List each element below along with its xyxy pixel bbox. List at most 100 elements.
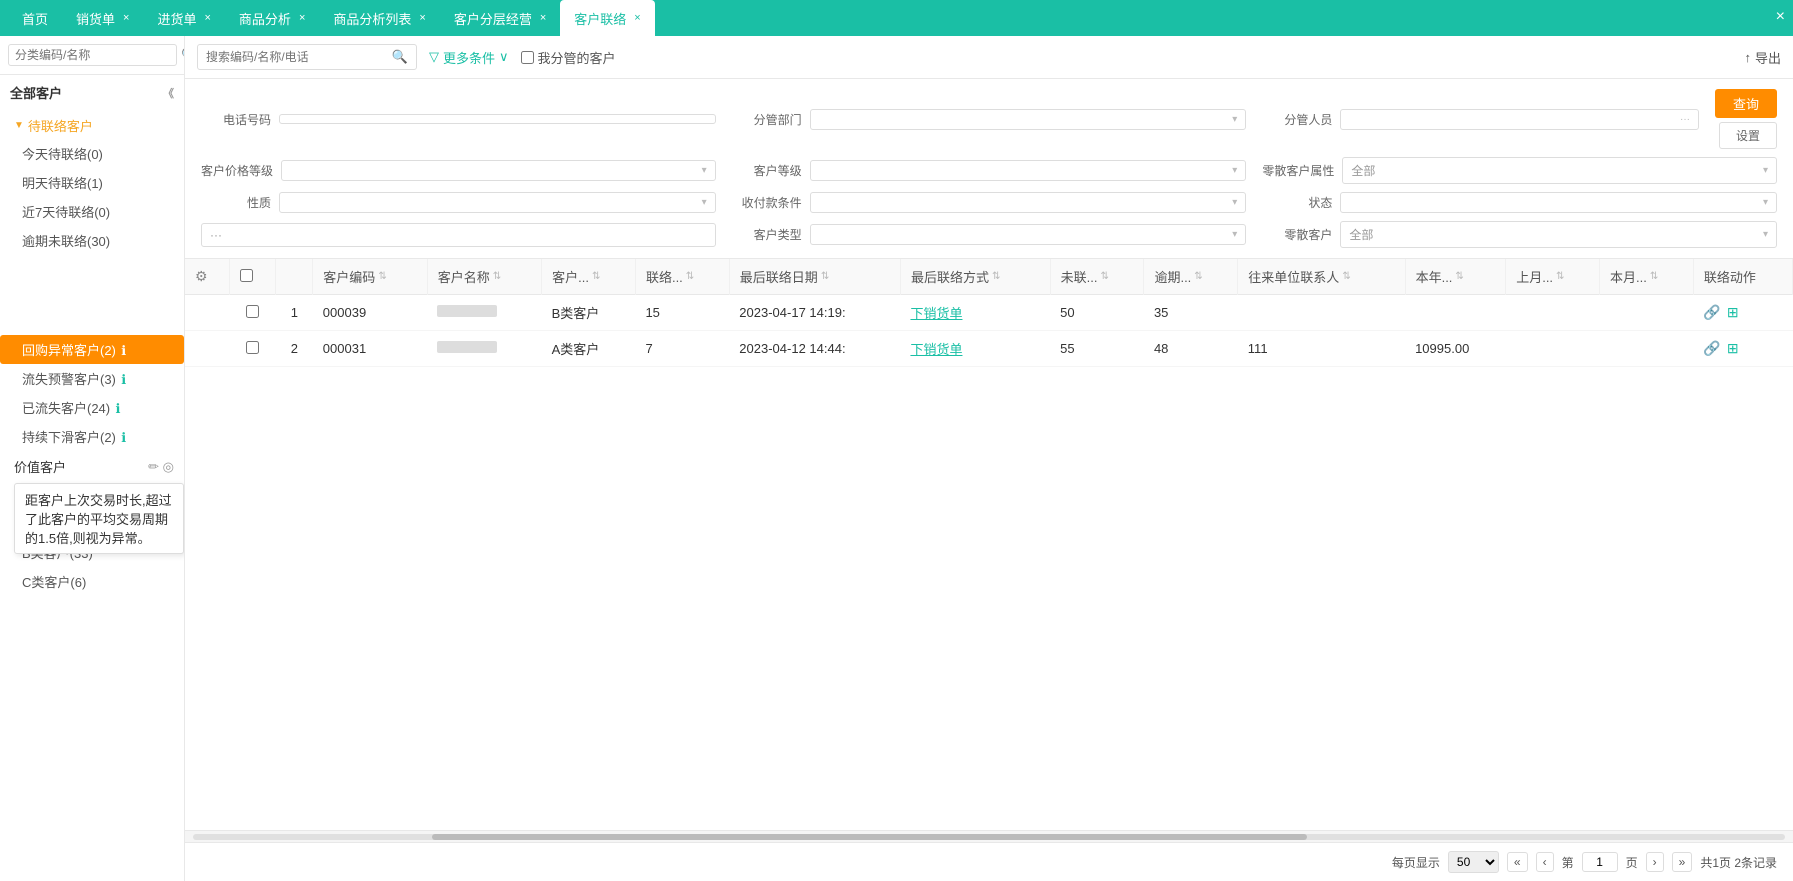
close-customer-mgmt-tab[interactable]: × (540, 12, 546, 24)
col-name[interactable]: 客户名称 ⇅ (427, 259, 541, 295)
col-settings[interactable]: ⚙ (185, 259, 230, 295)
nav-tab-sales[interactable]: 销货单 × (62, 0, 143, 36)
filter-row-phone: 电话号码 (201, 89, 716, 149)
scatter-attr-input[interactable]: 全部 ▾ (1342, 157, 1777, 184)
col-last-month[interactable]: 上月... ⇅ (1506, 259, 1600, 295)
my-customers-checkbox[interactable]: 我分管的客户 (521, 48, 616, 67)
col-code[interactable]: 客户编码 ⇅ (313, 259, 427, 295)
sidebar-item-churn-warning[interactable]: 流失预警客户(3) ℹ (0, 364, 184, 393)
nav-tab-customer-contact[interactable]: 客户联络 × (560, 0, 654, 36)
customer-type-input[interactable]: ▾ (810, 224, 1247, 245)
row2-unit-contact: 111 (1238, 331, 1405, 367)
export-button[interactable]: ↑ 导出 (1744, 48, 1781, 67)
row1-actions: 🔗 ⊞ (1693, 295, 1792, 331)
row2-last-month (1506, 331, 1600, 367)
sidebar-item-declining[interactable]: 持续下滑客户(2) ℹ (0, 422, 184, 451)
row2-name (427, 331, 541, 367)
filter-icon: ▽ (429, 49, 439, 65)
current-page-input[interactable] (1582, 852, 1618, 872)
nature-input[interactable]: ▾ (279, 192, 716, 213)
customer-grade-input[interactable]: ▾ (810, 160, 1247, 181)
window-close-button[interactable]: × (1776, 8, 1785, 26)
col-uncontacted[interactable]: 未联... ⇅ (1050, 259, 1144, 295)
top-nav: 首页 销货单 × 进货单 × 商品分析 × 商品分析列表 × 客户分层经营 × … (0, 0, 1793, 36)
nav-tab-purchase[interactable]: 进货单 × (143, 0, 224, 36)
table-header-row: ⚙ 客户编码 ⇅ (185, 259, 1793, 295)
status-input[interactable]: ▾ (1340, 192, 1777, 213)
table-area: ⚙ 客户编码 ⇅ (185, 259, 1793, 830)
settings-button[interactable]: 设置 (1719, 122, 1777, 149)
row1-last-date: 2023-04-17 14:19: (729, 295, 900, 331)
sidebar-item-7days[interactable]: 近7天待联络(0) (0, 197, 184, 226)
scroll-thumb[interactable] (432, 834, 1308, 840)
my-customers-check[interactable] (521, 51, 534, 64)
row2-grid-icon[interactable]: ⊞ (1727, 340, 1739, 357)
table-settings-icon[interactable]: ⚙ (195, 268, 208, 284)
page-unit: 页 (1626, 854, 1638, 871)
col-this-month[interactable]: 本月... ⇅ (1600, 259, 1694, 295)
nav-tab-home[interactable]: 首页 (8, 0, 62, 36)
sidebar-item-c-type[interactable]: C类客户(6) (0, 567, 184, 596)
row2-link-icon[interactable]: 🔗 (1703, 340, 1720, 357)
close-analysis-list-tab[interactable]: × (419, 12, 425, 24)
dept-label: 分管部门 (732, 111, 802, 128)
select-all-checkbox[interactable] (240, 269, 253, 282)
dept-input[interactable]: ▾ (810, 109, 1247, 130)
nav-tab-analysis[interactable]: 商品分析 × (225, 0, 319, 36)
row1-link-icon[interactable]: 🔗 (1703, 304, 1720, 321)
row1-check[interactable] (246, 305, 259, 318)
sidebar: 🔍 全部客户 《 待联络客户 今天待联络(0) 明天待联络(1) 近7天待联络(… (0, 36, 185, 881)
close-analysis-tab[interactable]: × (299, 12, 305, 24)
next-page-btn[interactable]: › (1646, 852, 1664, 872)
row1-grid-icon[interactable]: ⊞ (1727, 304, 1739, 321)
row2-uncontacted: 55 (1050, 331, 1144, 367)
col-contact[interactable]: 联络... ⇅ (635, 259, 729, 295)
price-grade-input[interactable]: ▾ (281, 160, 716, 181)
extra-input[interactable]: ··· (201, 223, 716, 247)
all-customers-label: 全部客户 (10, 83, 62, 102)
row2-check[interactable] (246, 341, 259, 354)
nav-tab-customer-mgmt[interactable]: 客户分层经营 × (440, 0, 560, 36)
total-records-label: 共1页 2条记录 (1700, 854, 1777, 871)
search-box[interactable]: 🔍 (197, 44, 417, 70)
filter-row-scatter-customer: 零散客户 全部 ▾ (1262, 221, 1777, 248)
value-customer-group[interactable]: 价值客户 ✏ ◎ (0, 451, 184, 480)
payment-label: 收付款条件 (732, 194, 802, 211)
last-page-btn[interactable]: » (1672, 852, 1693, 872)
close-customer-contact-tab[interactable]: × (634, 12, 640, 24)
contact-sort-icon: ⇅ (686, 271, 694, 282)
pending-contact-group[interactable]: 待联络客户 (0, 110, 184, 139)
row2-checkbox[interactable] (230, 331, 276, 367)
col-type[interactable]: 客户... ⇅ (542, 259, 636, 295)
col-last-method[interactable]: 最后联络方式 ⇅ (900, 259, 1050, 295)
horizontal-scrollbar[interactable] (185, 830, 1793, 842)
sidebar-item-overdue[interactable]: 逾期未联络(30) (0, 226, 184, 255)
col-last-date[interactable]: 最后联络日期 ⇅ (729, 259, 900, 295)
close-purchase-tab[interactable]: × (204, 12, 210, 24)
category-search-input[interactable] (8, 44, 177, 66)
page-size-select[interactable]: 50 100 200 (1448, 851, 1499, 873)
row1-checkbox[interactable] (230, 295, 276, 331)
sidebar-item-tomorrow[interactable]: 明天待联络(1) (0, 168, 184, 197)
query-button[interactable]: 查询 (1715, 89, 1777, 118)
person-input[interactable]: ··· (1340, 109, 1699, 130)
search-input[interactable] (206, 50, 388, 64)
sidebar-item-today[interactable]: 今天待联络(0) (0, 139, 184, 168)
all-customers-header[interactable]: 全部客户 《 (0, 75, 184, 110)
col-this-year[interactable]: 本年... ⇅ (1405, 259, 1506, 295)
payment-input[interactable]: ▾ (810, 192, 1247, 213)
code-sort-icon: ⇅ (378, 271, 386, 282)
phone-input[interactable] (279, 114, 716, 124)
col-unit-contact[interactable]: 往来单位联系人 ⇅ (1238, 259, 1405, 295)
scatter-customer-input[interactable]: 全部 ▾ (1340, 221, 1777, 248)
filter-row-extra: ··· (201, 221, 716, 248)
sidebar-item-churned[interactable]: 已流失客户(24) ℹ (0, 393, 184, 422)
nav-tab-analysis-list[interactable]: 商品分析列表 × (319, 0, 439, 36)
close-sales-tab[interactable]: × (123, 12, 129, 24)
sidebar-item-repurchase-anomaly[interactable]: 回购异常客户(2) ℹ (0, 335, 184, 364)
scroll-track[interactable] (193, 834, 1785, 840)
first-page-btn[interactable]: « (1507, 852, 1528, 872)
col-overdue[interactable]: 逾期... ⇅ (1144, 259, 1238, 295)
prev-page-btn[interactable]: ‹ (1536, 852, 1554, 872)
more-conditions-btn[interactable]: ▽ 更多条件 ∨ (429, 48, 509, 67)
